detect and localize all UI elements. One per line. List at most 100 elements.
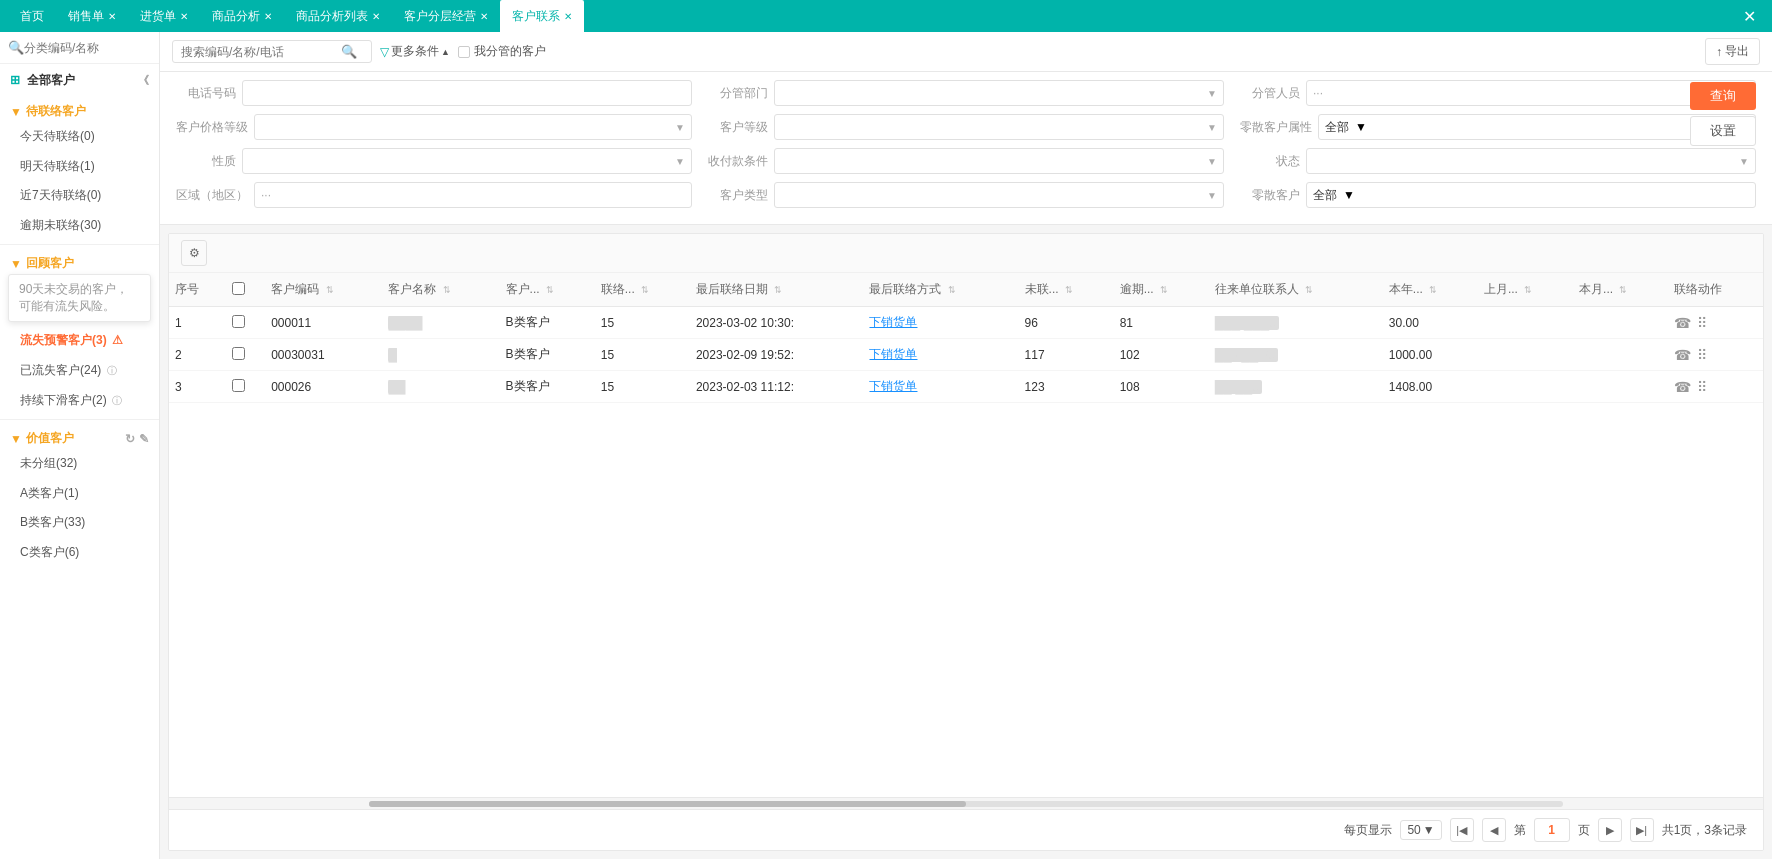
search-input[interactable]	[181, 45, 341, 59]
all-customers-header[interactable]: ⊞ 全部客户 《	[0, 64, 159, 97]
sidebar-search-box[interactable]: 🔍	[0, 32, 159, 64]
nav-close-customer-tier[interactable]: ✕	[480, 11, 488, 22]
phone-action-icon-2[interactable]: ☎	[1674, 347, 1691, 363]
phone-input[interactable]	[242, 80, 692, 106]
method-link-3[interactable]: 下销货单	[869, 379, 917, 393]
customer-level-select[interactable]: ▼	[774, 114, 1224, 140]
edit-icon-value[interactable]: ✎	[139, 432, 149, 446]
cell-last-method-2[interactable]: 下销货单	[863, 339, 1018, 371]
nav-item-customer-contact[interactable]: 客户联系 ✕	[500, 0, 584, 32]
table-scroll[interactable]: 序号 客户编码 ⇅ 客户名称 ⇅ 客户... ⇅ 联络... ⇅ 最后联络日期 …	[169, 273, 1763, 797]
sidebar-item-a-class[interactable]: A类客户(1)	[0, 479, 159, 509]
method-link-1[interactable]: 下销货单	[869, 315, 917, 329]
nav-close-analysis[interactable]: ✕	[264, 11, 272, 22]
my-customers-toggle[interactable]: 我分管的客户	[458, 43, 546, 60]
zero-sales-select[interactable]: 全部 ▼	[1306, 182, 1756, 208]
scroll-thumb[interactable]	[369, 801, 966, 807]
cell-action-1[interactable]: ☎ ⠿	[1668, 307, 1763, 339]
export-btn[interactable]: ↑ 导出	[1705, 38, 1760, 65]
sidebar-item-churned[interactable]: 已流失客户(24) ⓘ	[0, 356, 159, 386]
nav-close-analysis-list[interactable]: ✕	[372, 11, 380, 22]
cell-action-3[interactable]: ☎ ⠿	[1668, 371, 1763, 403]
search-submit-icon[interactable]: 🔍	[341, 44, 357, 59]
price-level-select[interactable]: ▼	[254, 114, 692, 140]
sidebar-item-c-class[interactable]: C类客户(6)	[0, 538, 159, 568]
col-current-month[interactable]: 本月... ⇅	[1573, 273, 1668, 307]
col-last-month[interactable]: 上月... ⇅	[1478, 273, 1573, 307]
cell-check-1[interactable]	[226, 307, 265, 339]
nav-item-customer-tier[interactable]: 客户分层经营 ✕	[392, 0, 500, 32]
col-last-method[interactable]: 最后联络方式 ⇅	[863, 273, 1018, 307]
select-all-checkbox[interactable]	[232, 282, 245, 295]
refresh-icon-value[interactable]: ↻	[125, 432, 135, 446]
col-not-contacted[interactable]: 未联... ⇅	[1019, 273, 1114, 307]
settings-btn[interactable]: 设置	[1690, 116, 1756, 146]
row-checkbox-3[interactable]	[232, 379, 245, 392]
cell-action-2[interactable]: ☎ ⠿	[1668, 339, 1763, 371]
sidebar-item-ungroup[interactable]: 未分组(32)	[0, 449, 159, 479]
nav-item-analysis-list[interactable]: 商品分析列表 ✕	[284, 0, 392, 32]
search-input-group[interactable]: 🔍	[172, 40, 372, 63]
sidebar-item-tomorrow[interactable]: 明天待联络(1)	[0, 152, 159, 182]
more-action-icon-2[interactable]: ⠿	[1697, 347, 1707, 363]
collapse-icon[interactable]: 《	[138, 73, 149, 88]
more-action-icon-1[interactable]: ⠿	[1697, 315, 1707, 331]
sidebar-item-overdue[interactable]: 逾期未联络(30)	[0, 211, 159, 241]
customer-type-select[interactable]: ▼	[774, 182, 1224, 208]
nav-item-purchase[interactable]: 进货单 ✕	[128, 0, 200, 32]
sidebar-item-declining[interactable]: 持续下滑客户(2) ⓘ	[0, 386, 159, 416]
nav-item-sales[interactable]: 销售单 ✕	[56, 0, 128, 32]
table-settings-btn[interactable]: ⚙	[181, 240, 207, 266]
col-last-date[interactable]: 最后联络日期 ⇅	[690, 273, 864, 307]
next-page-btn[interactable]: ▶	[1598, 818, 1622, 842]
nav-item-analysis[interactable]: 商品分析 ✕	[200, 0, 284, 32]
dept-select[interactable]: ▼	[774, 80, 1224, 106]
sidebar-item-churn-warning[interactable]: 流失预警客户(3) ⚠	[0, 326, 159, 356]
group-title-review[interactable]: ▼ 回顾客户	[0, 249, 159, 274]
col-overdue[interactable]: 逾期... ⇅	[1114, 273, 1209, 307]
nav-item-home[interactable]: 首页	[8, 0, 56, 32]
cell-check-2[interactable]	[226, 339, 265, 371]
sidebar-item-7days[interactable]: 近7天待联络(0)	[0, 181, 159, 211]
more-action-icon-3[interactable]: ⠿	[1697, 379, 1707, 395]
nav-close-customer-contact[interactable]: ✕	[564, 11, 572, 22]
col-code[interactable]: 客户编码 ⇅	[265, 273, 382, 307]
group-title-pending[interactable]: ▼ 待联络客户	[0, 97, 159, 122]
sidebar-item-b-class[interactable]: B类客户(33)	[0, 508, 159, 538]
prev-page-btn[interactable]: ◀	[1482, 818, 1506, 842]
my-customers-checkbox[interactable]	[458, 46, 470, 58]
person-input[interactable]: ···	[1306, 80, 1756, 106]
nav-close-purchase[interactable]: ✕	[180, 11, 188, 22]
col-year[interactable]: 本年... ⇅	[1383, 273, 1478, 307]
col-unit-contact[interactable]: 往来单位联系人 ⇅	[1209, 273, 1383, 307]
sidebar-search-input[interactable]	[24, 41, 160, 55]
nav-close-sales[interactable]: ✕	[108, 11, 116, 22]
nav-label-analysis: 商品分析	[212, 8, 260, 25]
gender-select[interactable]: ▼	[242, 148, 692, 174]
cell-last-method-3[interactable]: 下销货单	[863, 371, 1018, 403]
window-close-btn[interactable]: ✕	[1743, 7, 1764, 26]
more-conditions-btn[interactable]: ▽ 更多条件 ▲	[380, 43, 450, 60]
region-input[interactable]: ···	[254, 182, 692, 208]
method-link-2[interactable]: 下销货单	[869, 347, 917, 361]
cell-check-3[interactable]	[226, 371, 265, 403]
per-page-select[interactable]: 50 ▼	[1400, 820, 1441, 840]
first-page-btn[interactable]: |◀	[1450, 818, 1474, 842]
col-checkbox[interactable]	[226, 273, 265, 307]
row-checkbox-1[interactable]	[232, 315, 245, 328]
horizontal-scrollbar[interactable]	[169, 797, 1763, 809]
phone-action-icon-1[interactable]: ☎	[1674, 315, 1691, 331]
last-page-btn[interactable]: ▶|	[1630, 818, 1654, 842]
page-number-input[interactable]	[1534, 818, 1570, 842]
col-type[interactable]: 客户... ⇅	[500, 273, 595, 307]
payment-select[interactable]: ▼	[774, 148, 1224, 174]
status-select[interactable]: ▼	[1306, 148, 1756, 174]
sidebar-item-today[interactable]: 今天待联络(0)	[0, 122, 159, 152]
col-name[interactable]: 客户名称 ⇅	[382, 273, 499, 307]
row-checkbox-2[interactable]	[232, 347, 245, 360]
query-btn[interactable]: 查询	[1690, 82, 1756, 110]
group-title-value[interactable]: ▼ 价值客户 ↻ ✎	[0, 424, 159, 449]
col-contact[interactable]: 联络... ⇅	[595, 273, 690, 307]
phone-action-icon-3[interactable]: ☎	[1674, 379, 1691, 395]
cell-last-method-1[interactable]: 下销货单	[863, 307, 1018, 339]
